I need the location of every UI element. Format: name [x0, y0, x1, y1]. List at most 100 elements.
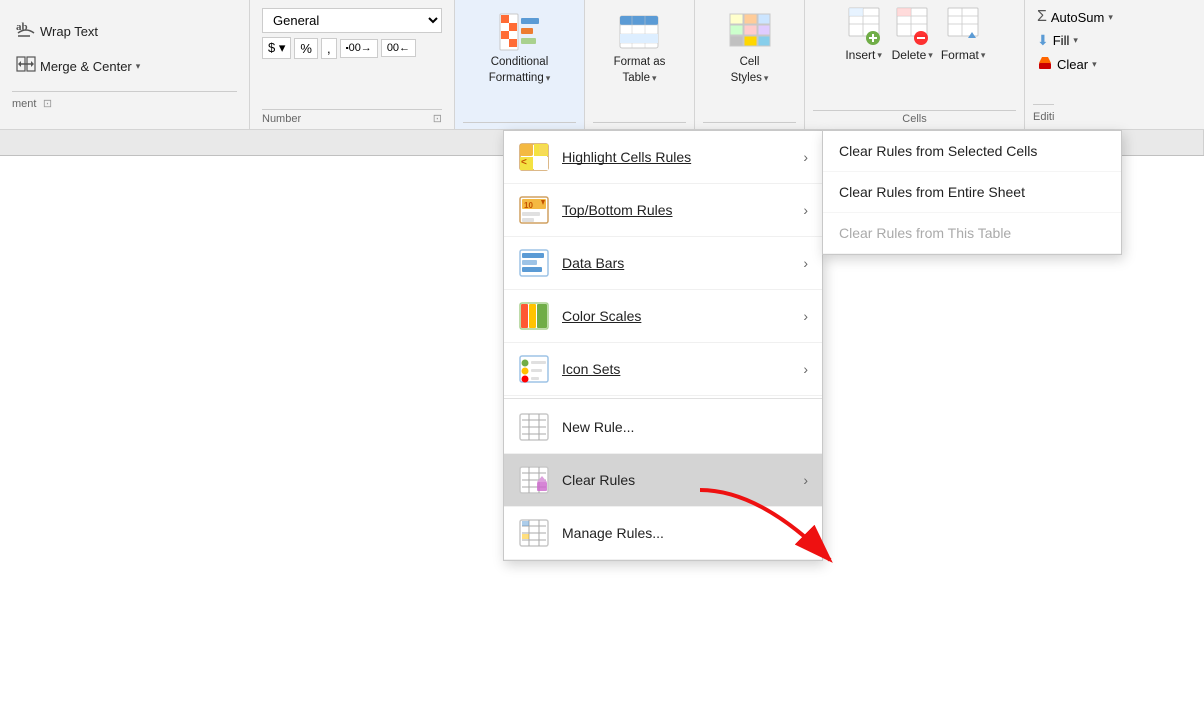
percent-button[interactable]: % [294, 38, 318, 59]
conditional-formatting-menu: < Highlight Cells Rules › 10 Top/Bottom … [503, 130, 823, 561]
autosum-chevron: ▾ [1108, 12, 1113, 23]
delete-label: Delete [892, 48, 927, 62]
number-expand-icon[interactable]: ⊡ [433, 112, 442, 125]
menu-divider-1 [504, 398, 822, 399]
menu-item-clear-rules[interactable]: Clear Rules › [504, 454, 822, 507]
clear-rules-arrow: › [803, 472, 808, 488]
clear-button[interactable]: Clear ▾ [1033, 53, 1117, 76]
comma-button[interactable]: , [321, 38, 337, 59]
wrap-text-label: Wrap Text [40, 24, 98, 39]
top-bottom-icon: 10 [518, 194, 550, 226]
autosum-icon: Σ [1037, 8, 1047, 26]
menu-item-icon-sets[interactable]: Icon Sets › [504, 343, 822, 396]
format-table-chevron: ▾ [652, 73, 657, 84]
conditional-section-bottom [463, 122, 576, 125]
submenu-item-clear-entire[interactable]: Clear Rules from Entire Sheet [823, 172, 1121, 213]
decrease-decimal-button[interactable]: 00← [381, 39, 416, 57]
clear-rules-icon [518, 464, 550, 496]
number-format-select[interactable]: General [262, 8, 442, 33]
merge-center-button[interactable]: Merge & Center ▾ [12, 52, 144, 81]
fill-label: Fill [1053, 33, 1070, 48]
top-bottom-label: Top/Bottom Rules [562, 202, 791, 218]
alignment-expand-icon[interactable]: ⊡ [43, 98, 52, 110]
clear-icon [1037, 55, 1053, 74]
delete-icon [892, 6, 932, 46]
currency-button[interactable]: $ ▾ [262, 37, 291, 59]
format-button[interactable]: Format ▾ [941, 6, 986, 62]
fill-button[interactable]: ⬇ Fill ▾ [1033, 30, 1117, 51]
new-rule-icon [518, 411, 550, 443]
data-bars-arrow: › [803, 255, 808, 271]
number-section-label: Number [262, 113, 301, 125]
icon-sets-label: Icon Sets [562, 361, 791, 377]
submenu-item-clear-table: Clear Rules from This Table [823, 213, 1121, 254]
menu-item-manage-rules[interactable]: Manage Rules... [504, 507, 822, 560]
format-table-section-bottom [593, 122, 686, 125]
data-bars-label: Data Bars [562, 255, 791, 271]
manage-rules-icon [518, 517, 550, 549]
highlight-cells-arrow: › [803, 149, 808, 165]
svg-text:10: 10 [524, 201, 533, 210]
increase-decimal-button[interactable]: ⬝00→ [340, 39, 378, 58]
cell-styles-section: Cell Styles ▾ [695, 0, 805, 129]
cell-styles-button[interactable]: Cell Styles ▾ [722, 6, 778, 90]
color-scales-label: Color Scales [562, 308, 791, 324]
data-bars-icon [518, 247, 550, 279]
format-table-label2: Table [622, 72, 650, 86]
clear-entire-label: Clear Rules from Entire Sheet [839, 184, 1025, 200]
format-icon [943, 6, 983, 46]
menu-item-top-bottom-rules[interactable]: 10 Top/Bottom Rules › [504, 184, 822, 237]
conditional-formatting-label1: Conditional [491, 56, 549, 70]
icon-sets-icon [518, 353, 550, 385]
format-as-table-icon [617, 10, 661, 54]
icon-sets-arrow: › [803, 361, 808, 377]
format-as-table-section: Format as Table ▾ [585, 0, 695, 129]
fill-chevron: ▾ [1073, 35, 1078, 46]
format-as-table-button[interactable]: Format as Table ▾ [608, 6, 672, 90]
delete-button[interactable]: Delete ▾ [892, 6, 933, 62]
clear-rules-submenu: Clear Rules from Selected Cells Clear Ru… [822, 130, 1122, 255]
autosum-button[interactable]: Σ AutoSum ▾ [1033, 6, 1117, 28]
cell-styles-label2: Styles [731, 72, 762, 86]
menu-item-new-rule[interactable]: New Rule... [504, 401, 822, 454]
number-section: General $ ▾ % , ⬝00→ 00← Number ⊡ [250, 0, 455, 129]
insert-icon [844, 6, 884, 46]
menu-item-color-scales[interactable]: Color Scales › [504, 290, 822, 343]
editing-section: Σ AutoSum ▾ ⬇ Fill ▾ Clear ▾ [1025, 0, 1165, 129]
clear-chevron: ▾ [1092, 59, 1097, 70]
manage-rules-label: Manage Rules... [562, 525, 808, 541]
svg-text:<: < [521, 157, 527, 168]
clear-table-label: Clear Rules from This Table [839, 225, 1011, 241]
insert-chevron: ▾ [877, 50, 882, 61]
wrap-text-icon: ab [16, 19, 36, 44]
highlight-cells-label: Highlight Cells Rules [562, 149, 791, 165]
clear-label: Clear [1057, 57, 1088, 72]
merge-chevron: ▾ [136, 61, 141, 72]
cell-styles-chevron: ▾ [764, 73, 769, 84]
conditional-formatting-button[interactable]: Conditional Formatting ▾ [483, 6, 557, 90]
conditional-formatting-section: Conditional Formatting ▾ [455, 0, 585, 129]
autosum-label: AutoSum [1051, 10, 1104, 25]
ribbon: ab Wrap Text [0, 0, 1204, 130]
color-scales-icon [518, 300, 550, 332]
top-bottom-arrow: › [803, 202, 808, 218]
new-rule-label: New Rule... [562, 419, 808, 435]
delete-chevron: ▾ [928, 50, 933, 61]
format-chevron: ▾ [981, 50, 986, 61]
conditional-formatting-icon [498, 10, 542, 54]
menu-item-data-bars[interactable]: Data Bars › [504, 237, 822, 290]
merge-center-label: Merge & Center [40, 59, 132, 74]
cell-styles-icon [728, 10, 772, 54]
color-scales-arrow: › [803, 308, 808, 324]
fill-icon: ⬇ [1037, 32, 1049, 49]
alignment-section-label: ment [12, 98, 36, 110]
clear-rules-label: Clear Rules [562, 472, 791, 488]
submenu-item-clear-selected[interactable]: Clear Rules from Selected Cells [823, 131, 1121, 172]
merge-icon [16, 54, 36, 79]
menu-item-highlight-cells-rules[interactable]: < Highlight Cells Rules › [504, 131, 822, 184]
insert-button[interactable]: Insert ▾ [844, 6, 884, 62]
wrap-text-button[interactable]: ab Wrap Text [12, 17, 102, 46]
cells-section-label: Cells [813, 110, 1016, 125]
editing-section-label: Editi [1033, 111, 1054, 123]
insert-label: Insert [845, 48, 875, 62]
